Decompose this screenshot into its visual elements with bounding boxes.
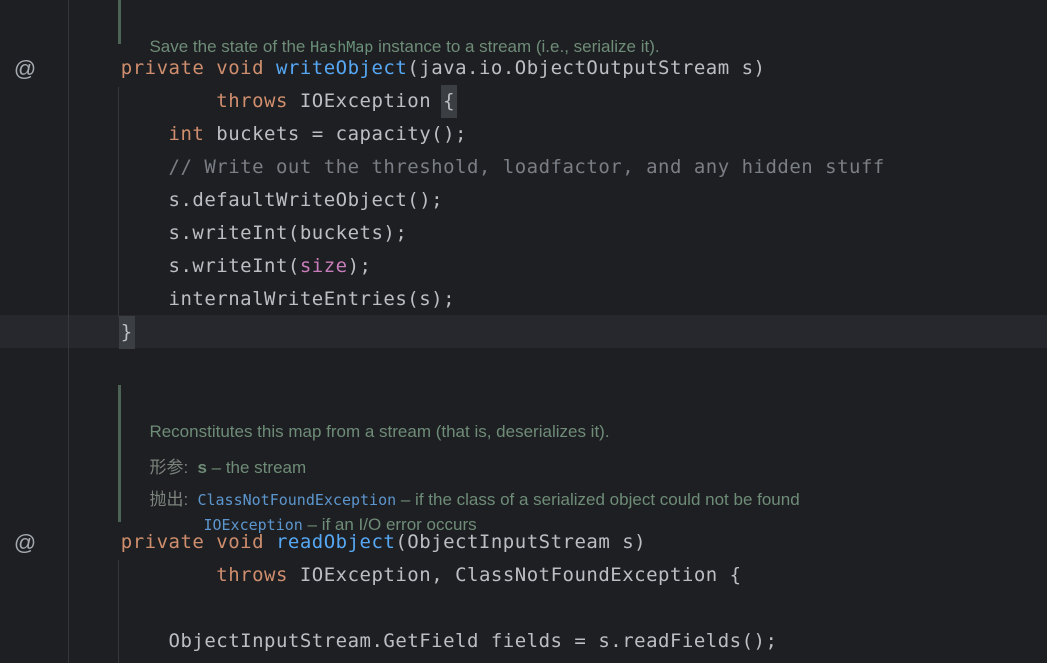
method-name-token: readObject	[275, 531, 396, 553]
code-line[interactable]: ObjectInputStream.GetField fields = s.re…	[73, 625, 777, 658]
code-line[interactable]: s.writeInt(buckets);	[73, 217, 885, 250]
code-line[interactable]: // Write out the threshold, loadfactor, …	[73, 151, 885, 184]
code-token: s.defaultWriteObject();	[73, 189, 444, 211]
code-block-writeobject: private void writeObject(java.io.ObjectO…	[73, 52, 885, 349]
annotation-at-icon[interactable]: @	[11, 56, 39, 82]
code-line[interactable]: throws IOException {	[73, 85, 885, 118]
code-token: IOException, ClassNotFoundException {	[287, 564, 742, 586]
code-line[interactable]: internalWriteEntries(s);	[73, 283, 885, 316]
matched-brace-open: {	[441, 85, 458, 118]
method-name-token: writeObject	[275, 57, 408, 79]
code-line[interactable]: throws IOException, ClassNotFoundExcepti…	[73, 559, 777, 592]
code-line[interactable]: s.writeInt(size);	[73, 250, 885, 283]
code-line[interactable]: private void readObject(ObjectInputStrea…	[73, 526, 777, 559]
doc-comment-bar	[118, 0, 121, 44]
code-token: );	[347, 255, 372, 277]
code-line[interactable]: s.defaultWriteObject();	[73, 184, 885, 217]
code-line[interactable]: private void writeObject(java.io.ObjectO…	[73, 52, 885, 85]
code-token: s.writeInt(buckets);	[73, 222, 408, 244]
doc-comment-bar	[118, 385, 121, 522]
annotation-at-icon[interactable]: @	[11, 530, 39, 556]
code-block-readobject: private void readObject(ObjectInputStrea…	[73, 526, 777, 658]
doc-throws-label: 抛出:	[149, 490, 189, 509]
ide-editor: { "editor": { "colors": { "background": …	[0, 0, 1047, 663]
code-token: ObjectInputStream.GetField fields = s.re…	[73, 630, 778, 652]
code-token: internalWriteEntries(s);	[73, 288, 456, 310]
code-token: IOException	[287, 90, 444, 112]
code-line[interactable]: }	[73, 316, 885, 349]
code-token: (ObjectInputStream s)	[395, 531, 647, 553]
code-line[interactable]: int buckets = capacity();	[73, 118, 885, 151]
code-token: s.writeInt(	[73, 255, 300, 277]
comment-token: // Write out the threshold, loadfactor, …	[73, 156, 885, 178]
code-token: buckets = capacity();	[204, 123, 468, 145]
code-token: (java.io.ObjectOutputStream s)	[407, 57, 766, 79]
keyword-token: throws	[216, 90, 288, 112]
keyword-token: int	[168, 123, 205, 145]
keyword-token: private void	[73, 531, 276, 553]
gutter-separator	[68, 0, 69, 663]
code-line-empty[interactable]	[73, 592, 777, 625]
matched-brace-close: }	[118, 316, 135, 349]
field-token: size	[299, 255, 348, 277]
keyword-token: throws	[216, 564, 288, 586]
keyword-token: private void	[73, 57, 276, 79]
